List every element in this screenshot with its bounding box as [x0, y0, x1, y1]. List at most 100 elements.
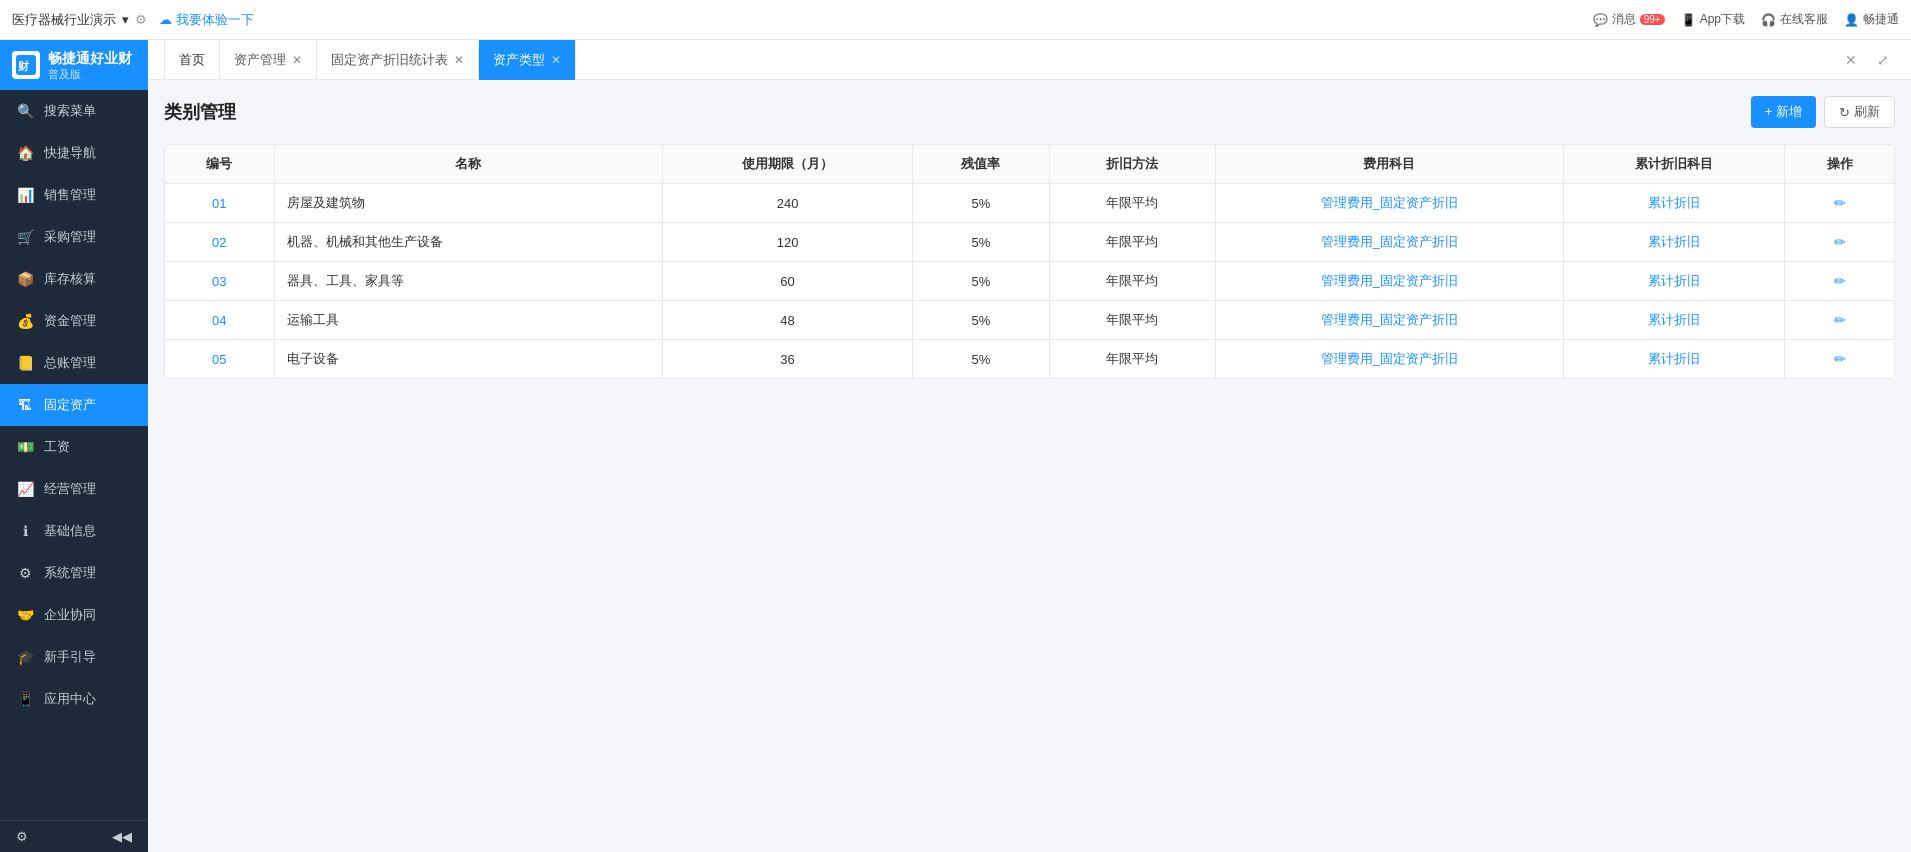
code-link-4[interactable]: 05	[212, 352, 226, 367]
sidebar-item-app-center[interactable]: 📱 应用中心	[0, 678, 148, 720]
industry-selector[interactable]: 医疗器械行业演示 ▾ ⚙	[12, 11, 147, 29]
cell-accumulated-4: 累计折旧	[1564, 340, 1785, 379]
user-button[interactable]: 👤 畅捷通	[1844, 11, 1899, 28]
tab-home[interactable]: 首页	[164, 40, 220, 80]
message-badge: 99+	[1640, 14, 1665, 25]
sidebar-item-ledger[interactable]: 📒 总账管理	[0, 342, 148, 384]
cell-residual-1: 5%	[912, 223, 1050, 262]
cell-method-4: 年限平均	[1050, 340, 1215, 379]
cell-expense-3: 管理费用_固定资产折旧	[1215, 301, 1564, 340]
expense-link-4[interactable]: 管理费用_固定资产折旧	[1321, 351, 1458, 366]
cell-name-3: 运输工具	[274, 301, 663, 340]
code-link-0[interactable]: 01	[212, 196, 226, 211]
edit-icon-3[interactable]: ✏	[1834, 312, 1846, 328]
accumulated-link-0[interactable]: 累计折旧	[1648, 195, 1700, 210]
sidebar-item-inventory[interactable]: 📦 库存核算	[0, 258, 148, 300]
enterprise-icon: 🤝	[16, 607, 34, 623]
expense-link-0[interactable]: 管理费用_固定资产折旧	[1321, 195, 1458, 210]
accumulated-link-4[interactable]: 累计折旧	[1648, 351, 1700, 366]
capital-icon: 💰	[16, 313, 34, 329]
app-center-icon: 📱	[16, 691, 34, 707]
sidebar-item-purchase[interactable]: 🛒 采购管理	[0, 216, 148, 258]
code-link-2[interactable]: 03	[212, 274, 226, 289]
sidebar-item-sales[interactable]: 📊 销售管理	[0, 174, 148, 216]
cell-months-4: 36	[663, 340, 912, 379]
sidebar-item-capital[interactable]: 💰 资金管理	[0, 300, 148, 342]
cell-method-2: 年限平均	[1050, 262, 1215, 301]
tab-close-depreciation[interactable]: ✕	[454, 53, 464, 67]
sidebar-item-basic-info[interactable]: ℹ 基础信息	[0, 510, 148, 552]
table-row: 04 运输工具 48 5% 年限平均 管理费用_固定资产折旧 累计折旧 ✏	[165, 301, 1895, 340]
collapse-icon[interactable]: ◀◀	[112, 829, 132, 844]
sidebar-item-search[interactable]: 🔍 搜索菜单	[0, 90, 148, 132]
cell-expense-1: 管理费用_固定资产折旧	[1215, 223, 1564, 262]
industry-label: 医疗器械行业演示	[12, 11, 116, 29]
cell-action-2: ✏	[1785, 262, 1895, 301]
sidebar-logo: 财 畅捷通好业财 普及版	[0, 40, 148, 90]
tab-maximize-icon[interactable]: ⤢	[1871, 50, 1895, 70]
fixed-assets-icon: 🏗	[16, 397, 34, 413]
sidebar-item-enterprise[interactable]: 🤝 企业协同	[0, 594, 148, 636]
cell-code-2: 03	[165, 262, 275, 301]
table-row: 03 器具、工具、家具等 60 5% 年限平均 管理费用_固定资产折旧 累计折旧…	[165, 262, 1895, 301]
top-bar-left: 医疗器械行业演示 ▾ ⚙ ☁ 我要体验一下	[12, 11, 254, 29]
cloud-icon: ☁	[159, 12, 172, 27]
experience-button[interactable]: ☁ 我要体验一下	[159, 11, 254, 29]
code-link-3[interactable]: 04	[212, 313, 226, 328]
cell-action-0: ✏	[1785, 184, 1895, 223]
cell-accumulated-0: 累计折旧	[1564, 184, 1785, 223]
cell-months-0: 240	[663, 184, 912, 223]
cell-expense-0: 管理费用_固定资产折旧	[1215, 184, 1564, 223]
cell-action-3: ✏	[1785, 301, 1895, 340]
sidebar-item-payroll[interactable]: 💵 工资	[0, 426, 148, 468]
settings-icon[interactable]: ⚙	[16, 829, 28, 844]
expense-link-3[interactable]: 管理费用_固定资产折旧	[1321, 312, 1458, 327]
col-residual: 残值率	[912, 145, 1050, 184]
guide-icon: 🎓	[16, 649, 34, 665]
sidebar-item-system[interactable]: ⚙ 系统管理	[0, 552, 148, 594]
cell-name-1: 机器、机械和其他生产设备	[274, 223, 663, 262]
tab-asset-mgmt[interactable]: 资产管理 ✕	[220, 40, 317, 80]
code-link-1[interactable]: 02	[212, 235, 226, 250]
sidebar-item-guide[interactable]: 🎓 新手引导	[0, 636, 148, 678]
tab-depreciation-table[interactable]: 固定资产折旧统计表 ✕	[317, 40, 479, 80]
dropdown-icon: ▾	[122, 12, 129, 27]
edit-icon-0[interactable]: ✏	[1834, 195, 1846, 211]
sidebar-item-fixed-assets[interactable]: 🏗 固定资产	[0, 384, 148, 426]
edit-icon-1[interactable]: ✏	[1834, 234, 1846, 250]
cell-months-3: 48	[663, 301, 912, 340]
edit-icon-4[interactable]: ✏	[1834, 351, 1846, 367]
expense-link-2[interactable]: 管理费用_固定资产折旧	[1321, 273, 1458, 288]
cell-name-4: 电子设备	[274, 340, 663, 379]
refresh-button[interactable]: ↻ 刷新	[1824, 96, 1895, 128]
table-row: 02 机器、机械和其他生产设备 120 5% 年限平均 管理费用_固定资产折旧 …	[165, 223, 1895, 262]
tab-asset-type[interactable]: 资产类型 ✕	[479, 40, 576, 80]
home-icon: 🏠	[16, 145, 34, 161]
table-row: 05 电子设备 36 5% 年限平均 管理费用_固定资产折旧 累计折旧 ✏	[165, 340, 1895, 379]
page-title: 类别管理	[164, 100, 236, 124]
accumulated-link-3[interactable]: 累计折旧	[1648, 312, 1700, 327]
app-download-button[interactable]: 📱 App下载	[1681, 11, 1745, 28]
cell-name-0: 房屋及建筑物	[274, 184, 663, 223]
tab-close-asset-mgmt[interactable]: ✕	[292, 53, 302, 67]
online-service-button[interactable]: 🎧 在线客服	[1761, 11, 1828, 28]
expense-link-1[interactable]: 管理费用_固定资产折旧	[1321, 234, 1458, 249]
add-button[interactable]: + 新增	[1751, 96, 1816, 128]
page-content: 类别管理 + 新增 ↻ 刷新 编号 名称 使用期限（月） 残值率	[148, 80, 1911, 852]
phone-icon: 📱	[1681, 13, 1696, 27]
cell-code-0: 01	[165, 184, 275, 223]
accumulated-link-1[interactable]: 累计折旧	[1648, 234, 1700, 249]
message-button[interactable]: 💬 消息 99+	[1593, 11, 1665, 28]
top-bar: 医疗器械行业演示 ▾ ⚙ ☁ 我要体验一下 💬 消息 99+ 📱 App下载 🎧…	[0, 0, 1911, 40]
tab-close-all-icon[interactable]: ✕	[1839, 50, 1863, 70]
accumulated-link-2[interactable]: 累计折旧	[1648, 273, 1700, 288]
col-months: 使用期限（月）	[663, 145, 912, 184]
cell-code-4: 05	[165, 340, 275, 379]
table-body: 01 房屋及建筑物 240 5% 年限平均 管理费用_固定资产折旧 累计折旧 ✏…	[165, 184, 1895, 379]
tab-close-asset-type[interactable]: ✕	[551, 53, 561, 67]
gear-icon[interactable]: ⚙	[135, 12, 147, 27]
sidebar-item-quick-nav[interactable]: 🏠 快捷导航	[0, 132, 148, 174]
sidebar-item-operations[interactable]: 📈 经营管理	[0, 468, 148, 510]
edit-icon-2[interactable]: ✏	[1834, 273, 1846, 289]
cell-months-2: 60	[663, 262, 912, 301]
